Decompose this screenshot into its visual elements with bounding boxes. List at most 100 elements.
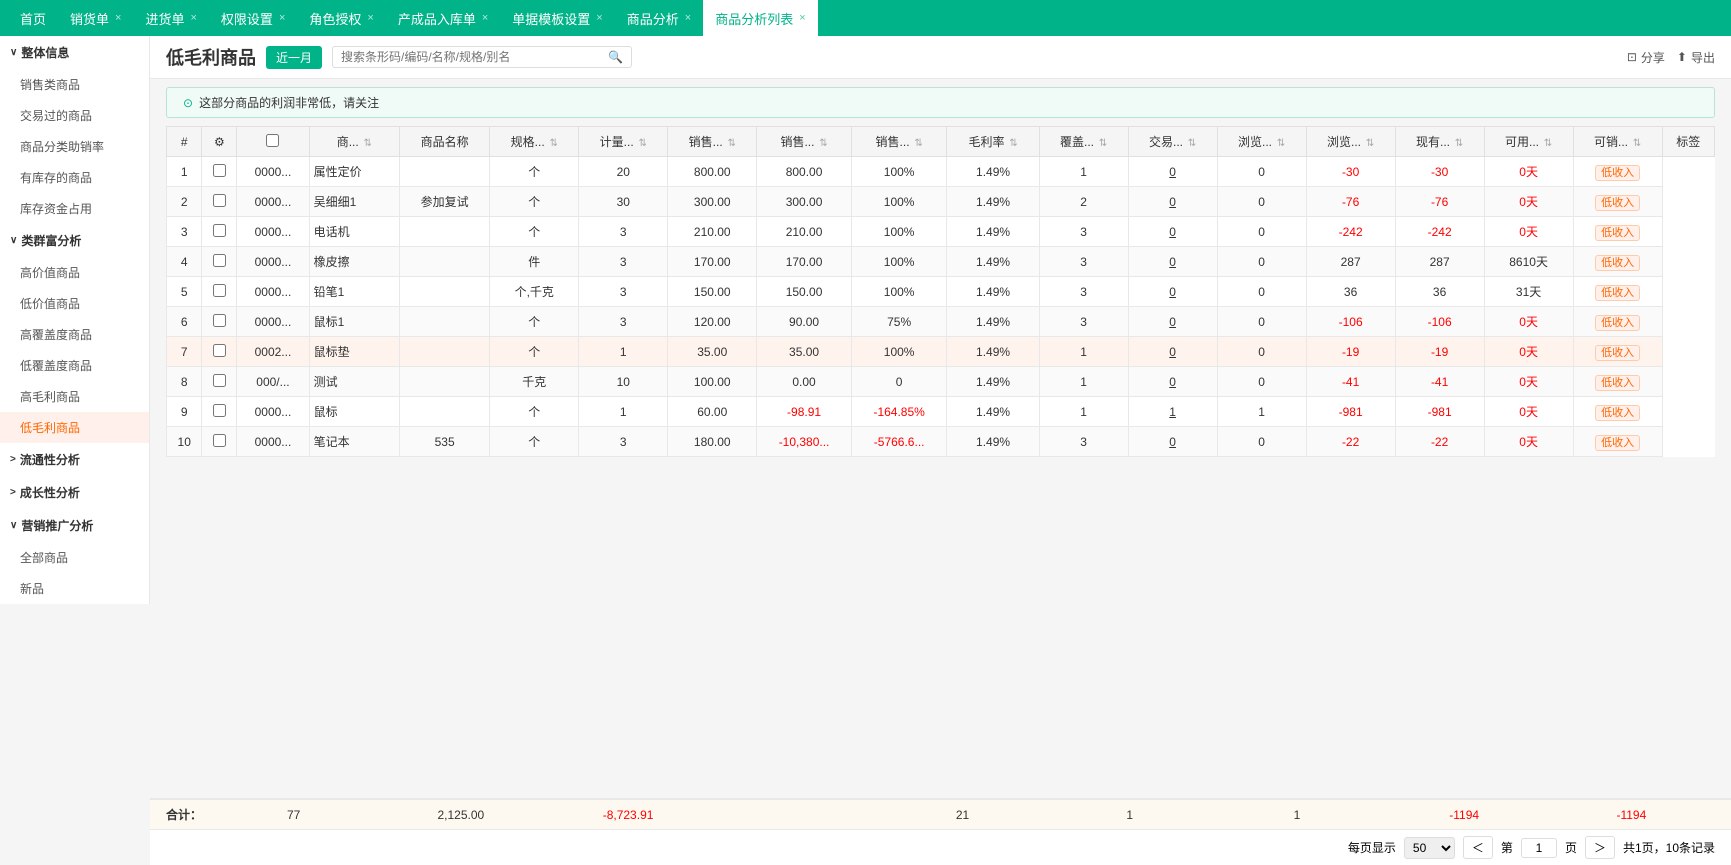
cell-view1[interactable]: 0 [1128,217,1217,247]
sidebar-item-高毛利商品[interactable]: 高毛利商品 [0,381,149,412]
close-icon[interactable]: × [596,12,602,24]
sort-icon[interactable]: ⇅ [912,138,923,149]
sort-icon[interactable]: ⇅ [547,138,558,149]
sort-icon[interactable]: ⇅ [1096,138,1107,149]
row-checkbox[interactable] [213,284,226,297]
sidebar-item-高价值商品[interactable]: 高价值商品 [0,257,149,288]
sidebar-group-类群富分析[interactable]: ∨类群富分析 [0,224,149,257]
sort-icon[interactable]: ⇅ [1006,138,1017,149]
sidebar-item-库存资金占用[interactable]: 库存资金占用 [0,193,149,224]
cell-checkbox[interactable] [202,187,237,217]
cell-view1[interactable]: 0 [1128,187,1217,217]
view1-link[interactable]: 0 [1169,165,1176,179]
sidebar-item-低毛利商品[interactable]: 低毛利商品 [0,412,149,443]
view1-link[interactable]: 0 [1169,435,1176,449]
nav-item-产成品入库单[interactable]: 产成品入库单× [386,0,500,36]
sort-icon[interactable]: ⇅ [816,138,827,149]
cell-checkbox[interactable] [202,217,237,247]
view1-link[interactable]: 0 [1169,345,1176,359]
cell-view1[interactable]: 0 [1128,367,1217,397]
sort-icon[interactable]: ⇅ [361,138,372,149]
cell-checkbox[interactable] [202,427,237,457]
nav-item-商品分析[interactable]: 商品分析× [615,0,703,36]
sidebar-item-销售类商品[interactable]: 销售类商品 [0,69,149,100]
cell-checkbox[interactable] [202,397,237,427]
cell-view1[interactable]: 0 [1128,157,1217,187]
col-header-checkbox[interactable] [237,127,309,157]
sort-icon[interactable]: ⇅ [1363,138,1374,149]
close-icon[interactable]: × [190,12,196,24]
next-page-button[interactable]: ＞ [1585,836,1615,859]
export-button[interactable]: ⬆ 导出 [1677,49,1715,66]
close-icon[interactable]: × [799,12,805,24]
view1-link[interactable]: 0 [1169,375,1176,389]
close-icon[interactable]: × [115,12,121,24]
sort-icon[interactable]: ⇅ [725,138,736,149]
cell-checkbox[interactable] [202,337,237,367]
sort-icon[interactable]: ⇅ [636,138,647,149]
row-checkbox[interactable] [213,164,226,177]
search-input[interactable] [341,50,608,64]
nav-item-权限设置[interactable]: 权限设置× [209,0,297,36]
view1-link[interactable]: 0 [1169,315,1176,329]
sidebar-item-商品分类助销率[interactable]: 商品分类助销率 [0,131,149,162]
col-header-settings[interactable]: ⚙ [202,127,237,157]
row-checkbox[interactable] [213,374,226,387]
cell-checkbox[interactable] [202,247,237,277]
sidebar-group-营销推广分析[interactable]: ∨营销推广分析 [0,509,149,542]
close-icon[interactable]: × [482,12,488,24]
cell-view1[interactable]: 0 [1128,247,1217,277]
sidebar-item-新品[interactable]: 新品 [0,573,149,604]
date-filter-button[interactable]: 近一月 [266,46,322,69]
cell-view1[interactable]: 0 [1128,427,1217,457]
view1-link[interactable]: 0 [1169,225,1176,239]
share-button[interactable]: ⊡ 分享 [1627,49,1665,66]
sidebar-item-交易过的商品[interactable]: 交易过的商品 [0,100,149,131]
close-icon[interactable]: × [685,12,691,24]
sidebar-group-成长性分析[interactable]: >成长性分析 [0,476,149,509]
close-icon[interactable]: × [367,12,373,24]
sidebar-item-全部商品[interactable]: 全部商品 [0,542,149,573]
nav-item-角色授权[interactable]: 角色授权× [297,0,385,36]
cell-checkbox[interactable] [202,307,237,337]
sort-icon[interactable]: ⇅ [1541,138,1552,149]
view1-link[interactable]: 0 [1169,195,1176,209]
sidebar-item-有库存的商品[interactable]: 有库存的商品 [0,162,149,193]
nav-item-商品分析列表[interactable]: 商品分析列表× [703,0,817,36]
sort-icon[interactable]: ⇅ [1274,138,1285,149]
nav-item-首页[interactable]: 首页 [8,0,58,36]
cell-view1[interactable]: 0 [1128,277,1217,307]
close-icon[interactable]: × [279,12,285,24]
sidebar-group-流通性分析[interactable]: >流通性分析 [0,443,149,476]
row-checkbox[interactable] [213,254,226,267]
sidebar-item-高覆盖度商品[interactable]: 高覆盖度商品 [0,319,149,350]
per-page-select[interactable]: 2050100 [1404,837,1455,859]
cell-checkbox[interactable] [202,277,237,307]
nav-item-进货单[interactable]: 进货单× [133,0,208,36]
row-checkbox[interactable] [213,224,226,237]
cell-view1[interactable]: 1 [1128,397,1217,427]
search-icon[interactable]: 🔍 [608,50,623,64]
view1-link[interactable]: 1 [1169,405,1176,419]
page-input[interactable] [1521,838,1557,858]
sidebar-group-整体信息[interactable]: ∨整体信息 [0,36,149,69]
sidebar-item-低价值商品[interactable]: 低价值商品 [0,288,149,319]
cell-checkbox[interactable] [202,157,237,187]
view1-link[interactable]: 0 [1169,255,1176,269]
row-checkbox[interactable] [213,194,226,207]
sort-icon[interactable]: ⇅ [1452,138,1463,149]
sidebar-item-低覆盖度商品[interactable]: 低覆盖度商品 [0,350,149,381]
nav-item-单据模板设置[interactable]: 单据模板设置× [500,0,614,36]
row-checkbox[interactable] [213,434,226,447]
sort-icon[interactable]: ⇅ [1185,138,1196,149]
view1-link[interactable]: 0 [1169,285,1176,299]
cell-view1[interactable]: 0 [1128,307,1217,337]
cell-view1[interactable]: 0 [1128,337,1217,367]
row-checkbox[interactable] [213,344,226,357]
prev-page-button[interactable]: ＜ [1463,836,1493,859]
cell-checkbox[interactable] [202,367,237,397]
row-checkbox[interactable] [213,314,226,327]
row-checkbox[interactable] [213,404,226,417]
sort-icon[interactable]: ⇅ [1630,138,1641,149]
select-all-checkbox[interactable] [266,134,279,147]
